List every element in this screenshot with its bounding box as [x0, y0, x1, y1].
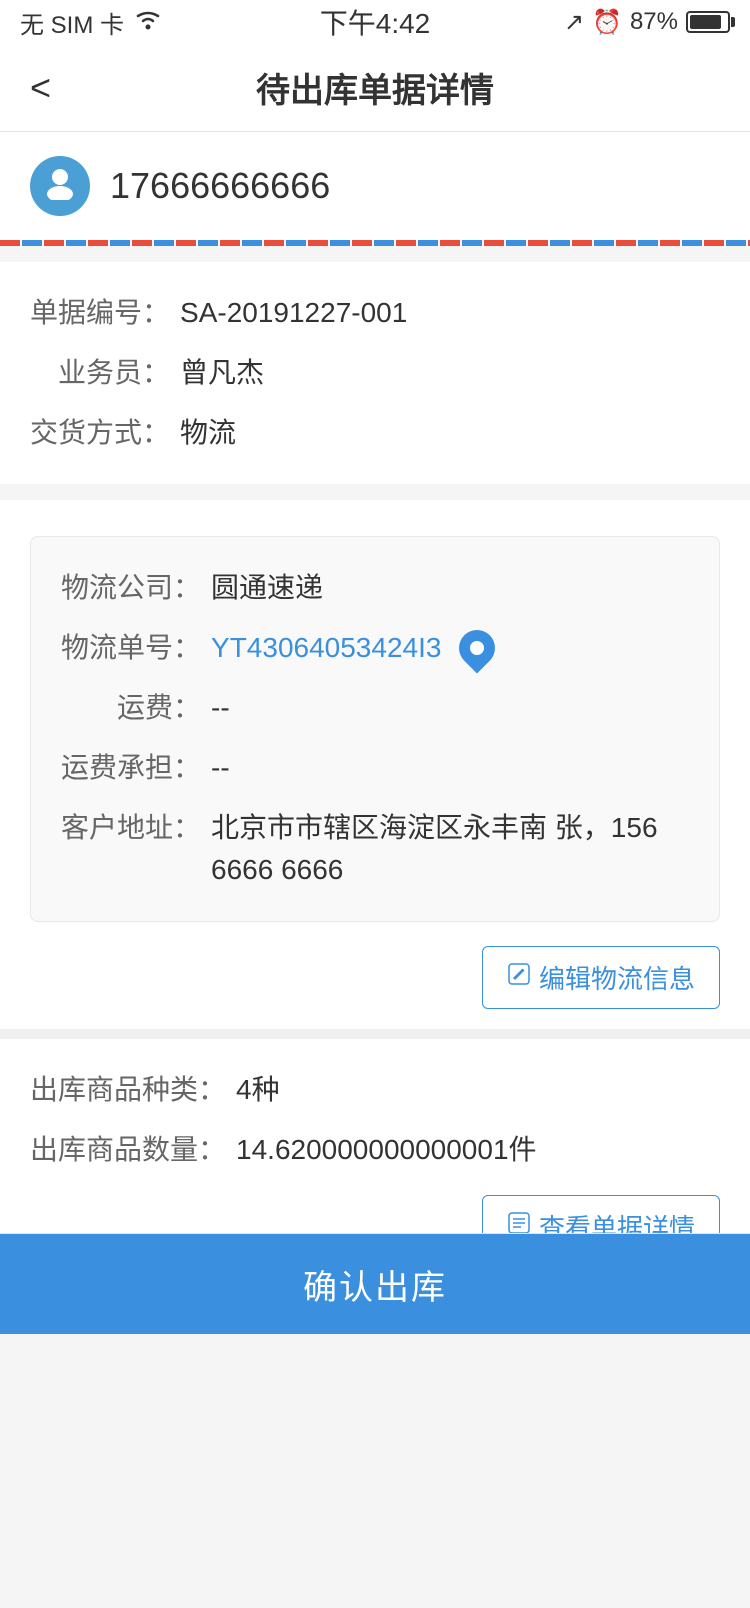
avatar [30, 156, 90, 216]
order-info-section: 单据编号： SA-20191227-001 业务员： 曾凡杰 交货方式： 物流 [0, 262, 750, 484]
delivery-method-value: 物流 [180, 412, 720, 454]
item-qty-value: 14.620000000000001件 [236, 1129, 720, 1171]
customer-phone: 17666666666 [110, 165, 330, 207]
avatar-icon [42, 164, 78, 208]
sales-person-value: 曾凡杰 [180, 352, 720, 394]
status-bar: 无 SIM 卡 下午4:42 ↗ ⏰ 87% [0, 0, 750, 44]
edit-icon [507, 962, 531, 993]
item-qty-label: 出库商品数量： [30, 1129, 226, 1171]
confirm-btn-wrap: 确认出库 [0, 1233, 750, 1334]
address-label: 客户地址： [61, 807, 201, 849]
freight-row: 运费： -- [61, 687, 689, 729]
edit-logistics-row: 编辑物流信息 [30, 946, 720, 1009]
back-button[interactable]: < [30, 67, 51, 109]
edit-logistics-button[interactable]: 编辑物流信息 [482, 946, 720, 1009]
freight-bearer-row: 运费承担： -- [61, 747, 689, 789]
customer-header: 17666666666 [0, 132, 750, 240]
delivery-method-row: 交货方式： 物流 [30, 412, 720, 454]
alarm-icon: ⏰ [592, 8, 622, 37]
logistics-section: 物流公司： 圆通速递 物流单号： YT43064053424I3 运费： -- … [0, 500, 750, 1029]
logistics-company-row: 物流公司： 圆通速递 [61, 567, 689, 609]
address-row: 客户地址： 北京市市辖区海淀区永丰南 张，156 6666 6666 [61, 807, 689, 891]
page-title: 待出库单据详情 [256, 63, 494, 112]
wifi-icon [134, 8, 162, 37]
sales-person-row: 业务员： 曾凡杰 [30, 352, 720, 394]
location-icon: ↗ [564, 8, 584, 37]
item-kind-label: 出库商品种类： [30, 1069, 226, 1111]
tracking-label: 物流单号： [61, 627, 201, 669]
document-number-row: 单据编号： SA-20191227-001 [30, 292, 720, 334]
item-kind-row: 出库商品种类： 4种 [30, 1069, 720, 1111]
freight-bearer-value: -- [211, 747, 689, 789]
document-number-label: 单据编号： [30, 292, 170, 334]
tracking-row: 物流单号： YT43064053424I3 [61, 627, 689, 669]
tracking-value: YT43064053424I3 [211, 627, 689, 669]
sales-person-label: 业务员： [30, 352, 170, 394]
logistics-company-label: 物流公司： [61, 567, 201, 609]
logistics-card: 物流公司： 圆通速递 物流单号： YT43064053424I3 运费： -- … [30, 536, 720, 922]
dashed-divider [0, 240, 750, 246]
battery-percent: 87% [630, 8, 678, 36]
freight-value: -- [211, 687, 689, 729]
item-qty-row: 出库商品数量： 14.620000000000001件 [30, 1129, 720, 1171]
nav-bar: < 待出库单据详情 [0, 44, 750, 132]
status-left: 无 SIM 卡 [20, 5, 162, 40]
edit-logistics-label: 编辑物流信息 [539, 959, 695, 996]
address-value: 北京市市辖区海淀区永丰南 张，156 6666 6666 [211, 807, 689, 891]
status-time: 下午4:42 [320, 2, 431, 42]
section-divider [0, 1029, 750, 1039]
battery-icon [686, 11, 730, 33]
document-number-value: SA-20191227-001 [180, 292, 720, 334]
item-kind-value: 4种 [236, 1069, 720, 1111]
freight-label: 运费： [61, 687, 201, 729]
carrier-label: 无 SIM 卡 [20, 5, 124, 40]
location-pin-icon[interactable] [452, 623, 503, 674]
main-content: 17666666666 单据编号： SA-20191227-001 业务员： 曾… [0, 132, 750, 1608]
delivery-method-label: 交货方式： [30, 412, 170, 454]
status-right: ↗ ⏰ 87% [564, 8, 730, 37]
confirm-outbound-button[interactable]: 确认出库 [0, 1234, 750, 1334]
freight-bearer-label: 运费承担： [61, 747, 201, 789]
logistics-company-value: 圆通速递 [211, 567, 689, 609]
